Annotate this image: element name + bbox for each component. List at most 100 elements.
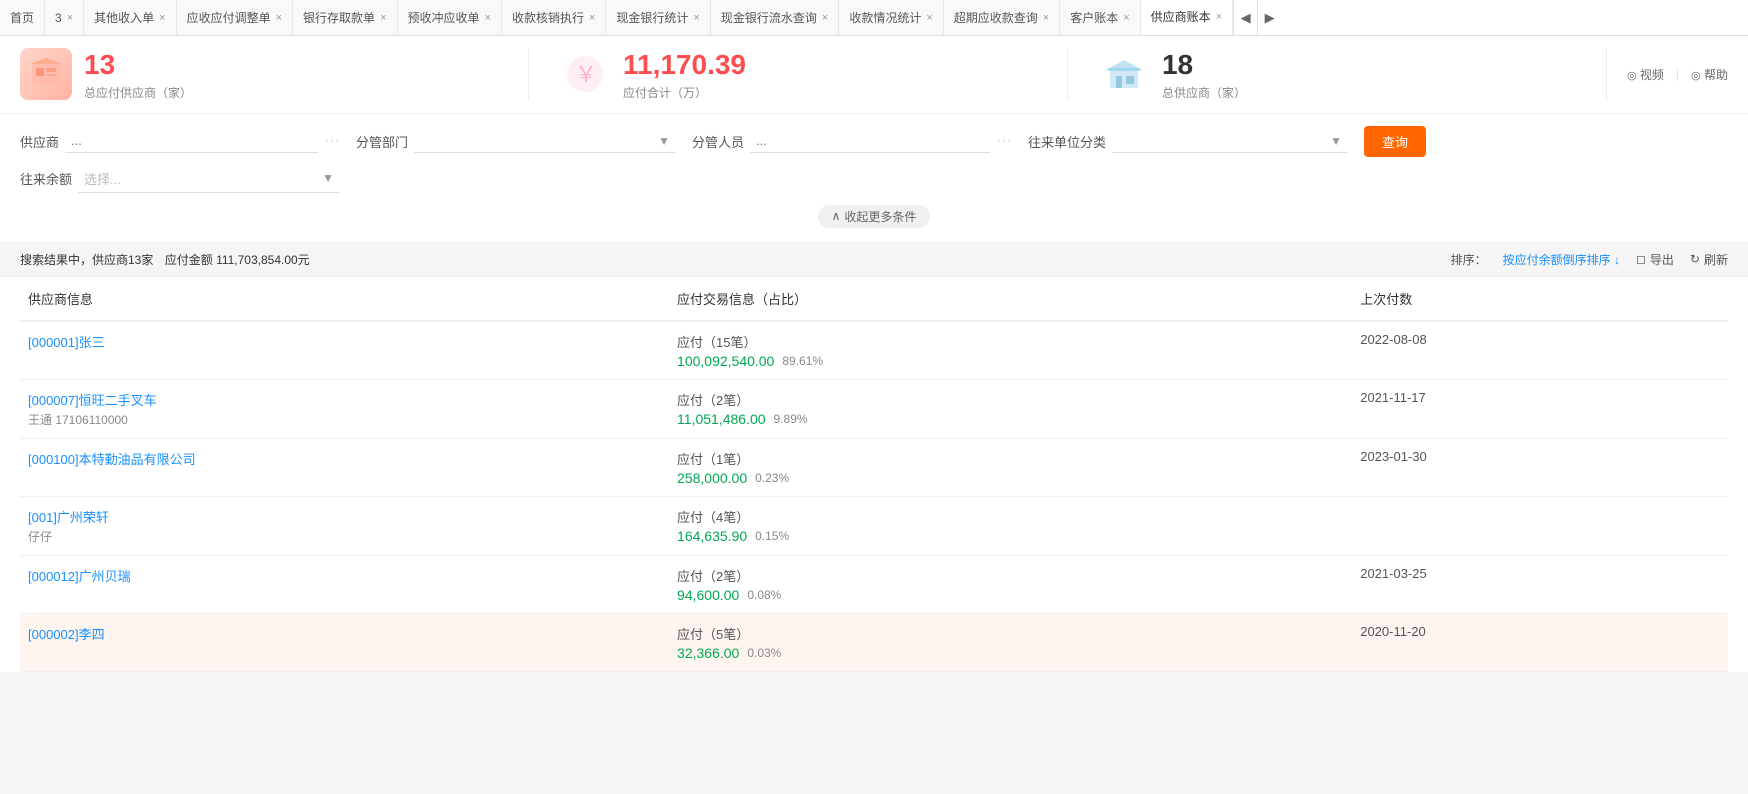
tab-customer-ledger-close[interactable]: × [1123, 12, 1129, 24]
category-select[interactable]: ▼ [1112, 130, 1348, 153]
tab-supplier-ledger[interactable]: 供应商账本 × [1141, 0, 1233, 36]
query-button[interactable]: 查询 [1364, 126, 1426, 157]
data-table-wrap: 供应商信息 应付交易信息（占比） 上次付数 [000001]张三 应付（15笔）1… [0, 277, 1748, 672]
tab-nav-next[interactable]: ▶ [1257, 0, 1281, 36]
tab-supplier-ledger-close[interactable]: × [1216, 11, 1222, 23]
sort-select[interactable]: 按应付余额倒序排序 ↓ [1503, 251, 1620, 268]
export-button[interactable]: ◻ 导出 [1636, 251, 1674, 268]
tab-3-close[interactable]: × [67, 12, 73, 24]
dept-arrow-icon: ▼ [658, 134, 670, 148]
supplier-cell: [000001]张三 [20, 321, 669, 380]
payable-amount-link[interactable]: 32,366.00 [677, 645, 739, 661]
tab-other-income-close[interactable]: × [159, 12, 165, 24]
supplier-dots-icon[interactable]: ··· [324, 132, 340, 150]
export-label: 导出 [1650, 251, 1674, 268]
tab-overdue-ar-close[interactable]: × [1043, 12, 1049, 24]
tab-receipt-stat-label: 收款情况统计 [849, 9, 921, 26]
col-payable-info: 应付交易信息（占比） [669, 277, 1352, 321]
summary-card-suppliers: 13 总应付供应商（家） [20, 48, 529, 101]
filter-row-2: 往来余额 选择... ▼ [20, 165, 1728, 193]
payable-percent: 0.08% [747, 588, 781, 602]
supplier-input[interactable] [65, 129, 318, 153]
tab-receipt-stat[interactable]: 收款情况统计 × [839, 0, 943, 36]
filter-balance: 往来余额 选择... ▼ [20, 165, 340, 193]
amount-info: 11,170.39 应付合计（万） [623, 48, 746, 101]
tab-overdue-ar-label: 超期应收款查询 [954, 9, 1038, 26]
tab-cash-bank-stat-close[interactable]: × [693, 12, 699, 24]
payable-amount-link[interactable]: 11,051,486.00 [677, 411, 766, 427]
tab-other-income-label: 其他收入单 [94, 9, 154, 26]
help-link[interactable]: ◎ 帮助 [1691, 66, 1728, 83]
balance-select[interactable]: 选择... ▼ [78, 165, 340, 193]
supplier-cell: [000100]本特勤油品有限公司 [20, 438, 669, 496]
table-row: [000012]广州贝瑞应付（2笔）94,600.000.08%2021-03-… [20, 555, 1728, 613]
table-header-row: 供应商信息 应付交易信息（占比） 上次付数 [20, 277, 1728, 321]
supplier-link[interactable]: [000001]张三 [28, 335, 105, 350]
category-arrow-icon: ▼ [1330, 134, 1342, 148]
supplier-cell: [000012]广州贝瑞 [20, 555, 669, 613]
tab-receipt-verify-label: 收款核销执行 [512, 9, 584, 26]
payable-label: 应付（2笔） [677, 390, 1344, 409]
person-input[interactable] [750, 129, 990, 153]
tab-receipt-verify[interactable]: 收款核销执行 × [502, 0, 606, 36]
tab-other-income[interactable]: 其他收入单 × [84, 0, 176, 36]
supplier-link[interactable]: [000002]李四 [28, 627, 105, 642]
payable-percent: 0.03% [747, 646, 781, 660]
supplier-link[interactable]: [000007]恒旺二手叉车 [28, 393, 157, 408]
video-link[interactable]: ◎ 视频 [1627, 66, 1664, 83]
tab-bank-deposit-close[interactable]: × [380, 12, 386, 24]
tab-advance-ar-label: 预收冲应收单 [408, 9, 480, 26]
last-payment-cell: 2020-11-20 [1352, 613, 1728, 671]
svg-text:￥: ￥ [575, 62, 597, 87]
payable-amount-link[interactable]: 94,600.00 [677, 587, 739, 603]
last-payment-cell: 2022-08-08 [1352, 321, 1728, 380]
payable-amount-link[interactable]: 100,092,540.00 [677, 353, 774, 369]
supplier-link[interactable]: [000012]广州贝瑞 [28, 569, 131, 584]
tab-ar-ap-adjust-label: 应收应付调整单 [187, 9, 271, 26]
payable-percent: 0.15% [755, 529, 789, 543]
tab-ar-ap-adjust-close[interactable]: × [276, 12, 282, 24]
tab-bank-deposit[interactable]: 银行存取款单 × [293, 0, 397, 36]
refresh-label: 刷新 [1704, 251, 1728, 268]
supplier-link[interactable]: [001]广州荣轩 [28, 510, 109, 525]
col-last-payment: 上次付数 [1352, 277, 1728, 321]
sort-arrow-icon: ↓ [1614, 253, 1620, 267]
refresh-button[interactable]: ↻ 刷新 [1690, 251, 1728, 268]
total-payable-amount: 11,170.39 [623, 48, 746, 82]
result-amount-value: 111,703,854.00元 [216, 253, 310, 267]
supplier-link[interactable]: [000100]本特勤油品有限公司 [28, 452, 196, 467]
tab-customer-ledger[interactable]: 客户账本 × [1060, 0, 1140, 36]
last-payment-cell: 2023-01-30 [1352, 438, 1728, 496]
filter-supplier: 供应商 ··· [20, 129, 340, 153]
summary-bar: 13 总应付供应商（家） ￥ 11,170.39 应付合计（万） [0, 36, 1748, 114]
sort-value-label: 按应付余额倒序排序 [1503, 253, 1611, 267]
tab-home[interactable]: 首页 [0, 0, 45, 36]
tab-cash-bank-flow-close[interactable]: × [822, 12, 828, 24]
filter-person: 分管人员 ··· [692, 129, 1012, 153]
collapse-button[interactable]: ∧ 收起更多条件 [818, 205, 931, 228]
tab-advance-ar-close[interactable]: × [485, 12, 491, 24]
help-label: 帮助 [1704, 68, 1728, 82]
tab-receipt-verify-close[interactable]: × [589, 12, 595, 24]
collapse-label: 收起更多条件 [844, 208, 916, 225]
payable-amount-link[interactable]: 164,635.90 [677, 528, 747, 544]
store-icon [1098, 48, 1150, 100]
top-right-links: ◎ 视频 | ◎ 帮助 [1607, 66, 1728, 83]
help-icon: ◎ [1691, 70, 1701, 82]
balance-arrow-icon: ▼ [322, 171, 334, 185]
payable-amount-link[interactable]: 258,000.00 [677, 470, 747, 486]
sort-label: 排序： [1451, 251, 1487, 268]
payable-cell: 应付（15笔）100,092,540.0089.61% [669, 321, 1352, 380]
total-payable-suppliers-label: 总应付供应商（家） [84, 84, 192, 101]
tab-cash-bank-flow[interactable]: 现金银行流水查询 × [711, 0, 839, 36]
tab-ar-ap-adjust[interactable]: 应收应付调整单 × [177, 0, 293, 36]
tab-nav-prev[interactable]: ◀ [1233, 0, 1257, 36]
person-dots-icon[interactable]: ··· [996, 132, 1012, 150]
tab-cash-bank-stat[interactable]: 现金银行统计 × [606, 0, 710, 36]
tab-3[interactable]: 3 × [45, 0, 84, 36]
dept-select[interactable]: ▼ [414, 130, 676, 153]
tab-advance-ar[interactable]: 预收冲应收单 × [398, 0, 502, 36]
tab-overdue-ar[interactable]: 超期应收款查询 × [944, 0, 1060, 36]
tab-receipt-stat-close[interactable]: × [926, 12, 932, 24]
tab-supplier-ledger-label: 供应商账本 [1151, 8, 1211, 25]
